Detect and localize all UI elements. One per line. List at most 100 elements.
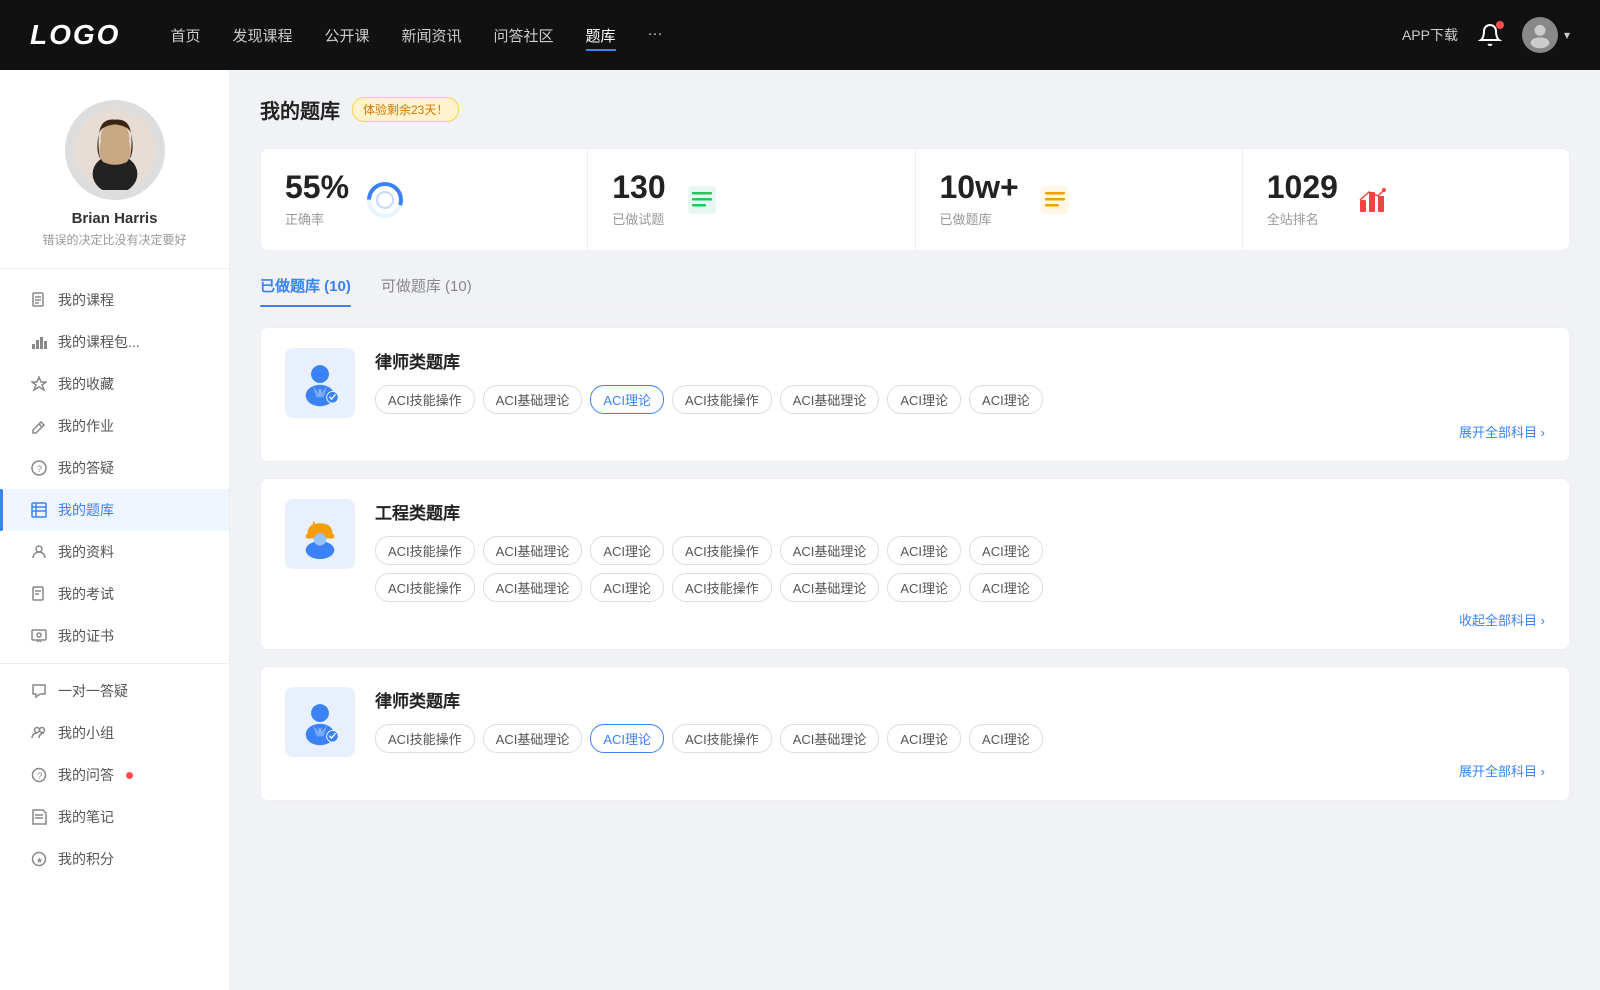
sidebar-item-tutor[interactable]: 一对一答疑 bbox=[0, 670, 229, 712]
sidebar-item-exam[interactable]: 我的考试 bbox=[0, 573, 229, 615]
navbar: LOGO 首页 发现课程 公开课 新闻资讯 问答社区 题库 ··· APP下载 … bbox=[0, 0, 1600, 70]
tags-row-eng-1: ACI技能操作 ACI基础理论 ACI理论 ACI技能操作 ACI基础理论 AC… bbox=[375, 536, 1545, 565]
bank-title-engineer: 工程类题库 bbox=[375, 499, 1545, 524]
tag[interactable]: ACI基础理论 bbox=[483, 385, 583, 414]
nav-home[interactable]: 首页 bbox=[170, 28, 200, 45]
tag[interactable]: ACI理论 bbox=[969, 573, 1043, 602]
doc-icon bbox=[30, 585, 48, 603]
tag[interactable]: ACI基础理论 bbox=[483, 536, 583, 565]
tag-active[interactable]: ACI理论 bbox=[590, 385, 664, 414]
sidebar-item-my-qa[interactable]: ? 我的问答 bbox=[0, 754, 229, 796]
svg-text:?: ? bbox=[37, 771, 42, 781]
tag[interactable]: ACI理论 bbox=[969, 536, 1043, 565]
tag[interactable]: ACI基础理论 bbox=[780, 385, 880, 414]
page-title: 我的题库 bbox=[260, 95, 340, 124]
sidebar-item-course[interactable]: 我的课程 bbox=[0, 279, 229, 321]
nav-more[interactable]: ··· bbox=[648, 25, 663, 42]
trial-badge: 体验剩余23天！ bbox=[352, 97, 459, 122]
tag[interactable]: ACI技能操作 bbox=[672, 536, 772, 565]
sidebar-item-cert[interactable]: 我的证书 bbox=[0, 615, 229, 657]
tag[interactable]: ACI理论 bbox=[887, 536, 961, 565]
sidebar-item-homework[interactable]: 我的作业 bbox=[0, 405, 229, 447]
tag[interactable]: ACI基础理论 bbox=[483, 724, 583, 753]
bank-title-1: 律师类题库 bbox=[375, 348, 1545, 373]
svg-text:★: ★ bbox=[36, 856, 43, 865]
nav-public[interactable]: 公开课 bbox=[324, 28, 369, 45]
tab-available-banks[interactable]: 可做题库 (10) bbox=[381, 275, 472, 306]
stat-label-rank: 全站排名 bbox=[1267, 209, 1338, 228]
stat-value-done-q: 130 bbox=[612, 171, 665, 203]
nav-discover[interactable]: 发现课程 bbox=[232, 28, 292, 45]
tags-row-eng-2: ACI技能操作 ACI基础理论 ACI理论 ACI技能操作 ACI基础理论 AC… bbox=[375, 573, 1545, 602]
sidebar-item-notes[interactable]: 我的笔记 bbox=[0, 796, 229, 838]
tag[interactable]: ACI基础理论 bbox=[780, 724, 880, 753]
group-icon bbox=[30, 724, 48, 742]
tag[interactable]: ACI技能操作 bbox=[375, 385, 475, 414]
tag[interactable]: ACI技能操作 bbox=[672, 573, 772, 602]
collapse-link-engineer[interactable]: 收起全部科目 › bbox=[375, 610, 1545, 629]
tags-row-1: ACI技能操作 ACI基础理论 ACI理论 ACI技能操作 ACI基础理论 AC… bbox=[375, 385, 1545, 414]
tag[interactable]: ACI基础理论 bbox=[483, 573, 583, 602]
tag[interactable]: ACI技能操作 bbox=[672, 724, 772, 753]
sidebar-item-group[interactable]: 我的小组 bbox=[0, 712, 229, 754]
sidebar-item-label: 我的作业 bbox=[58, 416, 114, 436]
sidebar: Brian Harris 错误的决定比没有决定要好 我的课程 bbox=[0, 70, 230, 990]
tab-done-banks[interactable]: 已做题库 (10) bbox=[260, 275, 351, 306]
stat-done-banks: 10w+ 已做题库 bbox=[916, 149, 1243, 250]
tag[interactable]: ACI理论 bbox=[590, 536, 664, 565]
tag[interactable]: ACI理论 bbox=[969, 385, 1043, 414]
sidebar-item-label: 我的证书 bbox=[58, 626, 114, 646]
sidebar-item-profile[interactable]: 我的资料 bbox=[0, 531, 229, 573]
nav-bank[interactable]: 题库 bbox=[586, 28, 616, 51]
tag[interactable]: ACI技能操作 bbox=[672, 385, 772, 414]
nav-links: 首页 发现课程 公开课 新闻资讯 问答社区 题库 ··· bbox=[170, 25, 662, 46]
stats-row: 55% 正确率 130 已做试题 bbox=[260, 148, 1570, 251]
tag[interactable]: ACI理论 bbox=[887, 385, 961, 414]
bank-content-2: 律师类题库 ACI技能操作 ACI基础理论 ACI理论 ACI技能操作 ACI基… bbox=[375, 687, 1545, 780]
tag-active[interactable]: ACI理论 bbox=[590, 724, 664, 753]
sidebar-item-label: 我的课程包... bbox=[58, 332, 140, 352]
notification-dot bbox=[1496, 21, 1504, 29]
sidebar-item-qa[interactable]: ? 我的答疑 bbox=[0, 447, 229, 489]
sidebar-item-label: 我的小组 bbox=[58, 723, 114, 743]
sidebar-item-label: 我的考试 bbox=[58, 584, 114, 604]
user-avatar-wrap[interactable]: ▾ bbox=[1522, 17, 1570, 53]
stat-value-accuracy: 55% bbox=[285, 171, 349, 203]
tag[interactable]: ACI理论 bbox=[969, 724, 1043, 753]
tag[interactable]: ACI技能操作 bbox=[375, 724, 475, 753]
logo: LOGO bbox=[30, 19, 120, 51]
sidebar-menu: 我的课程 我的课程包... 我的收藏 bbox=[0, 279, 229, 880]
sidebar-item-collect[interactable]: 我的收藏 bbox=[0, 363, 229, 405]
tag[interactable]: ACI理论 bbox=[887, 573, 961, 602]
tag[interactable]: ACI基础理论 bbox=[780, 573, 880, 602]
stat-label-done-b: 已做题库 bbox=[940, 209, 1019, 228]
notification-bell[interactable] bbox=[1478, 23, 1502, 47]
question-icon: ? bbox=[30, 459, 48, 477]
stat-label-accuracy: 正确率 bbox=[285, 209, 349, 228]
bank-card-lawyer-1: 律师类题库 ACI技能操作 ACI基础理论 ACI理论 ACI技能操作 ACI基… bbox=[260, 327, 1570, 462]
profile-name: Brian Harris bbox=[72, 210, 158, 227]
nav-qa[interactable]: 问答社区 bbox=[494, 28, 554, 45]
tag[interactable]: ACI基础理论 bbox=[780, 536, 880, 565]
expand-link-1[interactable]: 展开全部科目 › bbox=[375, 422, 1545, 441]
nav-news[interactable]: 新闻资讯 bbox=[402, 28, 462, 45]
page-header: 我的题库 体验剩余23天！ bbox=[260, 95, 1570, 124]
bank-content-1: 律师类题库 ACI技能操作 ACI基础理论 ACI理论 ACI技能操作 ACI基… bbox=[375, 348, 1545, 441]
expand-link-2[interactable]: 展开全部科目 › bbox=[375, 761, 1545, 780]
sidebar-item-label: 我的收藏 bbox=[58, 374, 114, 394]
tag[interactable]: ACI理论 bbox=[887, 724, 961, 753]
lawyer-icon-1 bbox=[285, 348, 355, 418]
tag[interactable]: ACI技能操作 bbox=[375, 573, 475, 602]
tag[interactable]: ACI技能操作 bbox=[375, 536, 475, 565]
sidebar-item-points[interactable]: ★ 我的积分 bbox=[0, 838, 229, 880]
sidebar-item-label: 我的积分 bbox=[58, 849, 114, 869]
tag[interactable]: ACI理论 bbox=[590, 573, 664, 602]
engineer-icon bbox=[285, 499, 355, 569]
app-download-btn[interactable]: APP下载 bbox=[1402, 25, 1458, 45]
qa-icon: ? bbox=[30, 766, 48, 784]
stat-rank: 1029 全站排名 bbox=[1243, 149, 1569, 250]
sidebar-item-bank[interactable]: 我的题库 bbox=[0, 489, 229, 531]
sidebar-item-package[interactable]: 我的课程包... bbox=[0, 321, 229, 363]
main-content: 我的题库 体验剩余23天！ 55% 正确率 bbox=[230, 70, 1600, 990]
bar-icon bbox=[30, 333, 48, 351]
